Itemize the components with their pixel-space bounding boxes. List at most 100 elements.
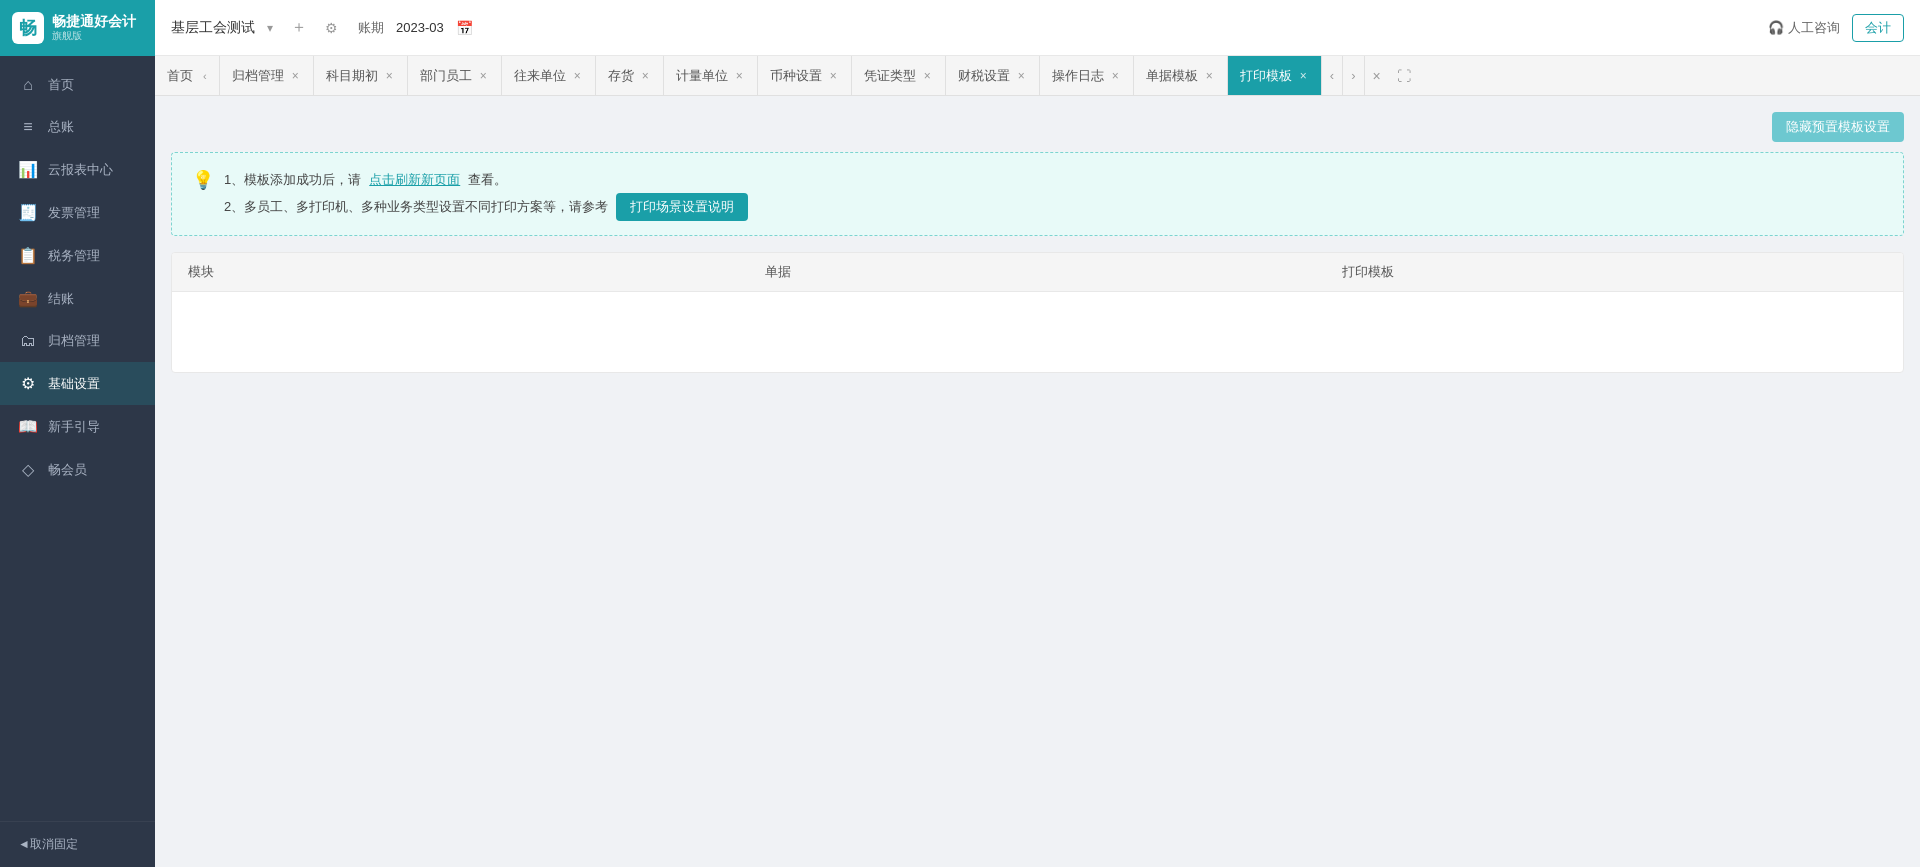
tab-close-oplog[interactable]: × [1110,69,1121,83]
tab-label-unit: 计量单位 [676,67,728,85]
tab-print[interactable]: 打印模板 × [1228,56,1322,96]
tab-oplog[interactable]: 操作日志 × [1040,56,1134,96]
bulb-icon: 💡 [192,169,214,191]
table-column-0: 模块 [172,253,749,291]
action-bar: 隐藏预置模板设置 [171,112,1904,142]
tab-close-print[interactable]: × [1298,69,1309,83]
sidebar-item-ledger[interactable]: ≡ 总账 [0,106,155,148]
customer-service-btn[interactable]: 🎧 人工咨询 [1768,19,1840,37]
sidebar-unpin-btn[interactable]: ◄取消固定 [0,821,155,867]
sidebar-item-invoice[interactable]: 🧾 发票管理 [0,191,155,234]
tab-label-print: 打印模板 [1240,67,1292,85]
nav-label-archive: 归档管理 [48,332,100,350]
top-header: 基层工会测试 ▾ ＋ ⚙ 账期 2023-03 📅 🎧 人工咨询 会计 [155,0,1920,56]
sidebar-logo: 畅 畅捷通好会计 旗舰版 [0,0,155,56]
tab-label-partner: 往来单位 [514,67,566,85]
tab-close-voucher[interactable]: × [922,69,933,83]
nav-label-member: 畅会员 [48,461,87,479]
content-area: 隐藏预置模板设置 💡 1、模板添加成功后，请点击刷新新页面查看。 2、多员工、多… [155,96,1920,867]
tab-receipt[interactable]: 单据模板× [1134,56,1228,96]
tab-taxsettings[interactable]: 财税设置 × [946,56,1040,96]
tab-close-subject[interactable]: × [384,69,395,83]
tab-close-taxsettings[interactable]: × [1016,69,1027,83]
tab-close-department[interactable]: × [478,69,489,83]
tab-voucher[interactable]: 凭证类型× [852,56,946,96]
tab-department[interactable]: 部门员工× [408,56,502,96]
tab-close-receipt[interactable]: × [1204,69,1215,83]
tab-close-unit[interactable]: × [734,69,745,83]
print-explain-button[interactable]: 打印场景设置说明 [616,193,748,221]
table-header: 模块单据打印模板 [172,253,1903,292]
sidebar-item-settings[interactable]: ⚙基础设置 [0,362,155,405]
tab-close-all-btn[interactable]: × [1365,56,1389,96]
calendar-icon[interactable]: 📅 [456,20,473,36]
nav-icon-guide: 📖 [18,417,38,436]
info-text-content: 1、模板添加成功后，请点击刷新新页面查看。 2、多员工、多打印机、多种业务类型设… [224,167,1883,221]
main-area: 基层工会测试 ▾ ＋ ⚙ 账期 2023-03 📅 🎧 人工咨询 会计 首页 ‹ 归… [155,0,1920,867]
info-line-1: 1、模板添加成功后，请点击刷新新页面查看。 [224,167,1883,193]
info-text-3: 2、多员工、多打印机、多种业务类型设置不同打印方案等，请参考 [224,194,608,220]
logo-name: 畅捷通好会计 [52,13,136,30]
tab-label-subject: 科目期初 [326,67,378,85]
tab-scroll-next[interactable]: › [1343,56,1364,96]
sidebar-item-home[interactable]: ⌂首页 [0,64,155,106]
table-column-1: 单据 [749,253,1326,291]
nav-label-reports: 云报表中心 [48,161,113,179]
content-expand-btn[interactable]: ⛶ [1389,56,1419,96]
tab-partner[interactable]: 往来单位 × [502,56,596,96]
tab-bar: 首页‹归档管理×科目期初×部门员工×往来单位×存货×计量单位×币种设置×凭证类型… [155,56,1920,96]
period-label: 账期 [358,19,384,37]
nav-icon-reports: 📊 [18,160,38,179]
add-tab-button[interactable]: ＋ [285,15,313,40]
table-body [172,292,1903,372]
nav-icon-home: ⌂ [18,76,38,94]
tab-close-inventory[interactable]: × [640,69,651,83]
tab-label-oplog: 操作日志 [1052,67,1104,85]
nav-label-settlement: 结账 [48,290,74,308]
tab-inventory[interactable]: 存货 × [596,56,664,96]
tab-label-inventory: 存货 [608,67,634,85]
sidebar-item-archive[interactable]: 🗂 归档管理 [0,320,155,362]
tab-home[interactable]: 首页 ‹ [155,56,220,96]
nav-label-invoice: 发票管理 [48,204,100,222]
nav-icon-ledger: ≡ [18,118,38,136]
tab-scroll-prev[interactable]: ‹ [1322,56,1343,96]
nav-icon-settings: ⚙ [18,374,38,393]
sidebar-item-guide[interactable]: 📖新手引导 [0,405,155,448]
nav-label-tax: 税务管理 [48,247,100,265]
nav-label-ledger: 总账 [48,118,74,136]
sidebar-item-reports[interactable]: 📊 云报表中心 [0,148,155,191]
hide-template-button[interactable]: 隐藏预置模板设置 [1772,112,1904,142]
sidebar-item-member[interactable]: ◇畅会员 [0,448,155,491]
print-template-table: 模块单据打印模板 [171,252,1904,373]
headset-icon: 🎧 [1768,20,1784,35]
info-text-1: 1、模板添加成功后，请 [224,167,361,193]
nav-icon-invoice: 🧾 [18,203,38,222]
tab-nav-prev[interactable]: ‹ [203,70,207,82]
tab-close-archive[interactable]: × [290,69,301,83]
info-text-2: 查看。 [468,167,507,193]
tab-close-currency[interactable]: × [828,69,839,83]
nav-icon-archive: 🗂 [18,332,38,350]
tab-label-taxsettings: 财税设置 [958,67,1010,85]
home-tab-label: 首页 [167,67,193,85]
period-value: 2023-03 [396,20,444,35]
sidebar-item-tax[interactable]: 📋税务管理 [0,234,155,277]
account-button[interactable]: 会计 [1852,14,1904,42]
sidebar-item-settlement[interactable]: 💼 结账 [0,277,155,320]
tab-archive[interactable]: 归档管理 × [220,56,314,96]
nav-icon-settlement: 💼 [18,289,38,308]
tab-unit[interactable]: 计量单位 × [664,56,758,96]
table-column-2: 打印模板 [1326,253,1903,291]
logo-sub: 旗舰版 [52,29,136,43]
info-line-2: 2、多员工、多打印机、多种业务类型设置不同打印方案等，请参考 打印场景设置说明 [224,193,1883,221]
tab-currency[interactable]: 币种设置× [758,56,852,96]
company-dropdown-icon[interactable]: ▾ [267,21,273,35]
tab-subject[interactable]: 科目期初 × [314,56,408,96]
settings-gear-icon[interactable]: ⚙ [325,20,338,36]
info-box: 💡 1、模板添加成功后，请点击刷新新页面查看。 2、多员工、多打印机、多种业务类… [171,152,1904,236]
tab-label-archive: 归档管理 [232,67,284,85]
tab-close-partner[interactable]: × [572,69,583,83]
company-name: 基层工会测试 [171,19,255,37]
refresh-link[interactable]: 点击刷新新页面 [369,167,460,193]
